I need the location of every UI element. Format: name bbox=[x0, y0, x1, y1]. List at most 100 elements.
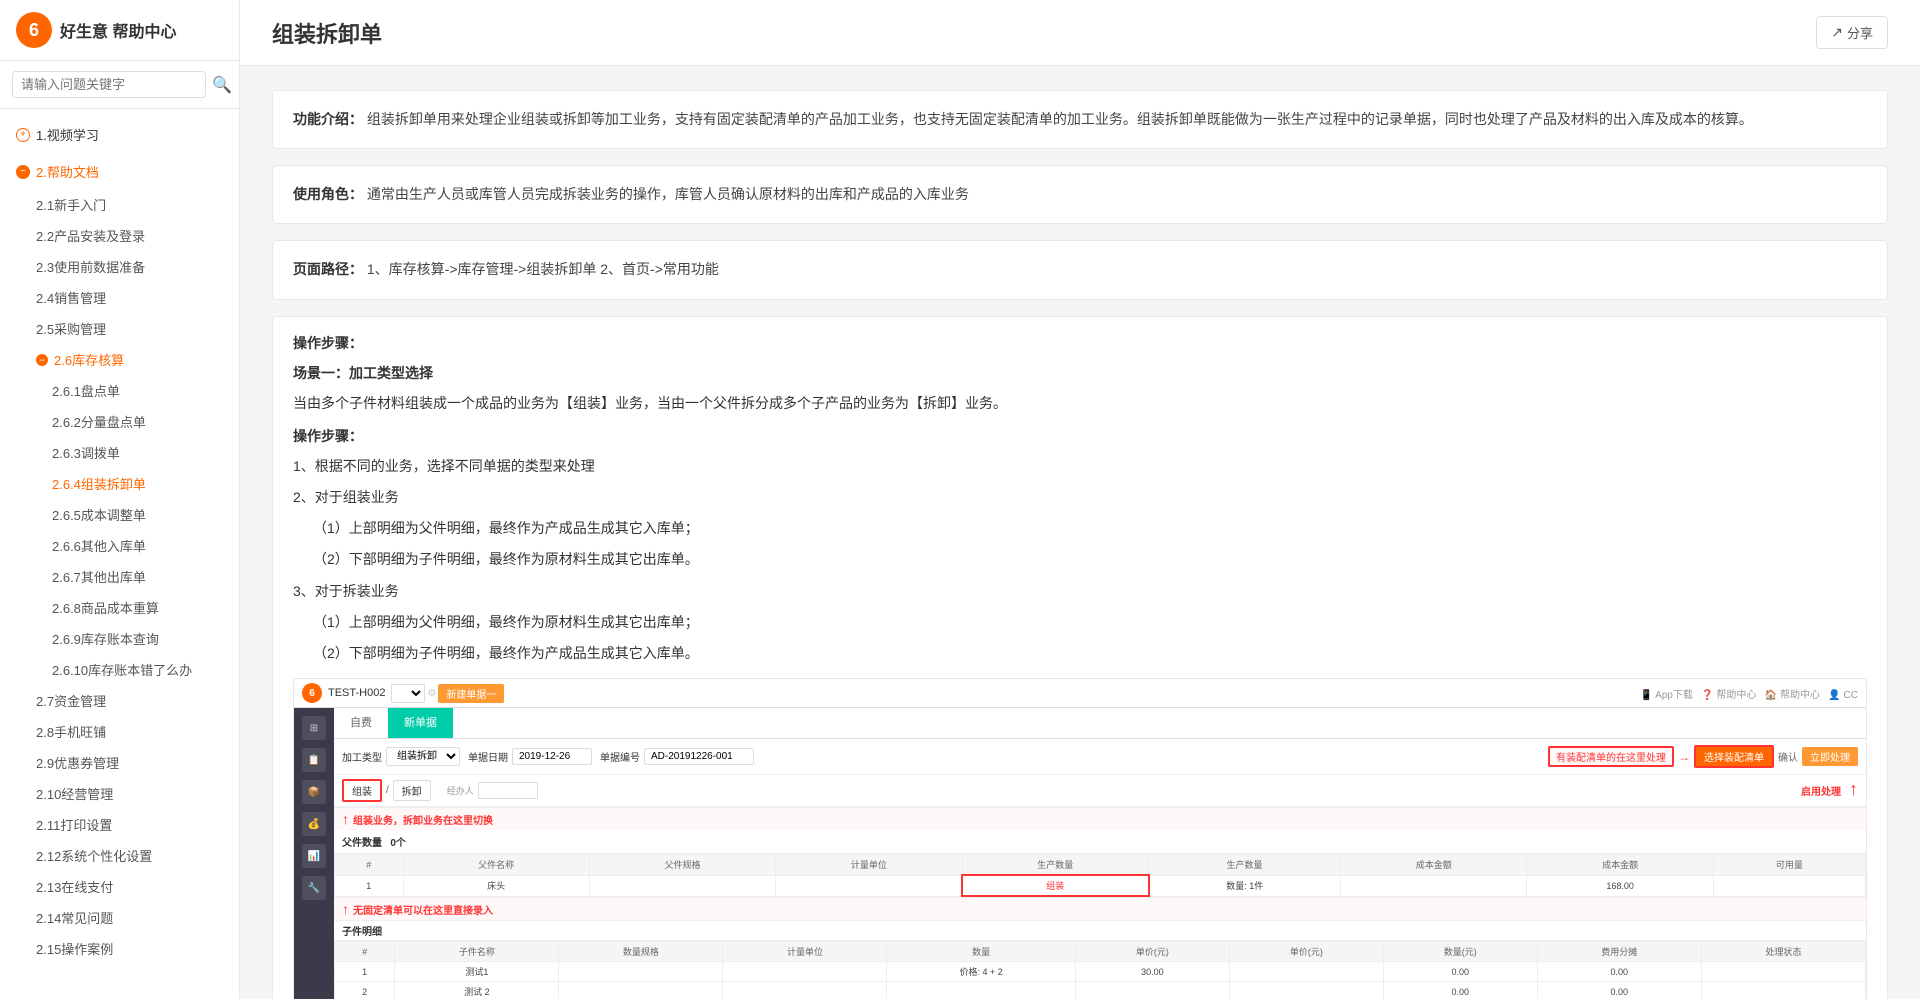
mock-child-row-1: 1测试1价格: 4 + 230.000.000.00 bbox=[335, 962, 1866, 982]
mock-nav-2: 📦 bbox=[302, 780, 326, 804]
sidebar-item-print[interactable]: 2.11打印设置 bbox=[0, 809, 239, 840]
nav-section-2: − 2.帮助文档 2.1新手入门 2.2产品安装及登录 2.3使用前数据准备 2… bbox=[0, 154, 239, 964]
mock-tabs: 自费 新单据 bbox=[334, 708, 1866, 739]
mock-child-row-2: 2测试 20.000.00 bbox=[335, 982, 1866, 999]
sidebar-item-ledger-query[interactable]: 2.6.9库存账本查询 bbox=[0, 623, 239, 654]
sidebar: 6 好生意 帮助中心 🔍 + 1.视频学习 − 2.帮助文档 2.1新手入门 2… bbox=[0, 0, 240, 999]
mock-annotation-stockin: 启用处理 bbox=[1801, 779, 1841, 802]
mock-type-select[interactable]: 组装拆卸 bbox=[386, 747, 460, 766]
mock-date-input[interactable] bbox=[512, 748, 592, 765]
mock-tab-new[interactable]: 新单据 bbox=[388, 708, 453, 738]
mock-field-type: 加工类型 组装拆卸 bbox=[342, 747, 460, 766]
sidebar-item-video-learning[interactable]: + 1.视频学习 bbox=[0, 117, 239, 152]
step-3: 3、对于拆装业务 bbox=[293, 579, 1867, 604]
sidebar-item-faq[interactable]: 2.14常见问题 bbox=[0, 902, 239, 933]
mock-operator-input[interactable] bbox=[478, 782, 538, 799]
sidebar-item-install[interactable]: 2.2产品安装及登录 bbox=[0, 220, 239, 251]
feature-intro-text: 组装拆卸单用来处理企业组装或拆卸等加工业务，支持有固定装配清单的产品加工业务，也… bbox=[367, 111, 1753, 127]
nav-list: + 1.视频学习 − 2.帮助文档 2.1新手入门 2.2产品安装及登录 2.3… bbox=[0, 109, 239, 999]
sidebar-item-help-docs[interactable]: − 2.帮助文档 bbox=[0, 154, 239, 189]
sidebar-item-assembly[interactable]: 2.6.4组装拆卸单 bbox=[0, 468, 239, 499]
sidebar-item-mobile[interactable]: 2.8手机旺铺 bbox=[0, 716, 239, 747]
mock-confirm-label: 确认 bbox=[1778, 749, 1798, 764]
feature-intro-label: 功能介绍： bbox=[293, 111, 363, 127]
sidebar-item-beginner[interactable]: 2.1新手入门 bbox=[0, 189, 239, 220]
sidebar-item-finance[interactable]: 2.7资金管理 bbox=[0, 685, 239, 716]
mock-select-list-btn[interactable]: 选择装配清单 bbox=[1694, 745, 1774, 768]
mock-th-num: # bbox=[335, 855, 404, 876]
sidebar-item-other-outbound[interactable]: 2.6.7其他出库单 bbox=[0, 561, 239, 592]
mock-th-qty2: 生产数量 bbox=[1149, 855, 1341, 876]
collapse-icon: − bbox=[16, 165, 30, 179]
mock-slash: / bbox=[386, 785, 389, 796]
step-1: 1、根据不同的业务，选择不同单据的类型来处理 bbox=[293, 454, 1867, 479]
sidebar-item-sales[interactable]: 2.4销售管理 bbox=[0, 282, 239, 313]
mock-logo-icon: 6 bbox=[302, 683, 322, 703]
sidebar-item-cases[interactable]: 2.15操作案例 bbox=[0, 933, 239, 964]
main-content: 组装拆卸单 ↗ 分享 功能介绍： 组装拆卸单用来处理企业组装或拆卸等加工业务，支… bbox=[240, 0, 1920, 999]
mock-annotation-blank: ↑ 无固定清单可以在这里直接录入 bbox=[334, 897, 1866, 920]
mock-nav-4: 📊 bbox=[302, 844, 326, 868]
mock-tab-self[interactable]: 自费 bbox=[334, 708, 388, 738]
nav-sub-items-2: 2.1新手入门 2.2产品安装及登录 2.3使用前数据准备 2.4销售管理 2.… bbox=[0, 189, 239, 964]
sidebar-item-transfer[interactable]: 2.6.3调拨单 bbox=[0, 437, 239, 468]
mock-child-th-1: # bbox=[335, 942, 395, 962]
share-icon: ↗ bbox=[1831, 24, 1843, 41]
mock-field-partial: 经办人 bbox=[447, 779, 538, 802]
mock-arrow-right: → bbox=[1678, 750, 1690, 764]
sidebar-item-data-prep[interactable]: 2.3使用前数据准备 bbox=[0, 251, 239, 282]
mock-process-type-row: 组装 / 拆卸 经办人 启用处理 bbox=[334, 775, 1866, 807]
search-input[interactable] bbox=[12, 71, 206, 98]
mock-confirm-btn[interactable]: 立即处理 bbox=[1802, 747, 1858, 766]
sidebar-item-stocktake[interactable]: 2.6.1盘点单 bbox=[0, 375, 239, 406]
sidebar-item-ledger-error[interactable]: 2.6.10库存账本错了么办 bbox=[0, 654, 239, 685]
mock-nav-3: 💰 bbox=[302, 812, 326, 836]
mock-main-area: 自费 新单据 加工类型 组装拆卸 bbox=[334, 708, 1866, 999]
mock-company-select[interactable] bbox=[391, 684, 425, 703]
mock-new-doc-btn[interactable]: 新建单据一 bbox=[438, 684, 504, 703]
nav-section-1: + 1.视频学习 bbox=[0, 117, 239, 152]
search-button[interactable]: 🔍 bbox=[212, 75, 232, 95]
sidebar-item-partial-stock[interactable]: 2.6.2分量盘点单 bbox=[0, 406, 239, 437]
mock-annotation-type: ↑ 组装业务，拆卸业务在这里切换 bbox=[334, 807, 1866, 830]
mock-child-table-container: # 子件名称 数量规格 计量单位 数量 单价(元) 单价(元) 数量(元) bbox=[334, 941, 1866, 999]
sidebar-item-online-pay[interactable]: 2.13在线支付 bbox=[0, 871, 239, 902]
mock-assembly-btn[interactable]: 组装 bbox=[342, 779, 382, 802]
ops-title: 操作步骤： bbox=[293, 333, 1867, 353]
mock-child-table-label: 子件明细 bbox=[334, 920, 1866, 941]
sidebar-label-2-6: 2.6库存核算 bbox=[54, 350, 124, 369]
mock-nav-1: 📋 bbox=[302, 748, 326, 772]
sidebar-item-inventory[interactable]: − 2.6库存核算 bbox=[0, 344, 239, 375]
screenshot-container: 6 TEST-H002 ⚙ 新建单据一 📱 App下载 ❓ 帮助中心 🏠 帮助中… bbox=[293, 678, 1867, 999]
sidebar-item-cost-recalc[interactable]: 2.6.8商品成本重算 bbox=[0, 592, 239, 623]
mock-code-input[interactable] bbox=[644, 748, 754, 765]
mock-child-th-8: 数量(元) bbox=[1383, 942, 1537, 962]
mock-screen: 6 TEST-H002 ⚙ 新建单据一 📱 App下载 ❓ 帮助中心 🏠 帮助中… bbox=[294, 679, 1866, 999]
path-block: 页面路径： 1、库存核算->库存管理->组装拆卸单 2、首页->常用功能 bbox=[272, 240, 1888, 299]
mock-left-nav: ⊞ 📋 📦 💰 📊 🔧 bbox=[294, 708, 334, 999]
step-3-sub1: （1）上部明细为父件明细，最终作为原材料生成其它出库单； bbox=[313, 610, 1867, 635]
mock-arrow-up: ↑ bbox=[1849, 779, 1858, 802]
sidebar-item-cost-adjust[interactable]: 2.6.5成本调整单 bbox=[0, 499, 239, 530]
content-body: 功能介绍： 组装拆卸单用来处理企业组装或拆卸等加工业务，支持有固定装配清单的产品… bbox=[240, 66, 1920, 999]
sidebar-item-personalize[interactable]: 2.12系统个性化设置 bbox=[0, 840, 239, 871]
mock-th-pname: 父件名称 bbox=[403, 855, 589, 876]
main-header: 组装拆卸单 ↗ 分享 bbox=[240, 0, 1920, 66]
share-button[interactable]: ↗ 分享 bbox=[1816, 16, 1888, 49]
sidebar-label-1: 1.视频学习 bbox=[36, 125, 99, 144]
mock-child-th-9: 费用分摊 bbox=[1537, 942, 1701, 962]
sidebar-item-purchase[interactable]: 2.5采购管理 bbox=[0, 313, 239, 344]
sidebar-item-operations[interactable]: 2.10经营管理 bbox=[0, 778, 239, 809]
mock-disassembly-btn[interactable]: 拆卸 bbox=[393, 780, 431, 801]
app-name: 好生意 帮助中心 bbox=[60, 18, 176, 42]
scenario-title: 场景一：加工类型选择 bbox=[293, 363, 1867, 383]
mock-child-table: # 子件名称 数量规格 计量单位 数量 单价(元) 单价(元) 数量(元) bbox=[334, 941, 1866, 999]
sidebar-item-coupon[interactable]: 2.9优惠券管理 bbox=[0, 747, 239, 778]
scenario-desc: 当由多个子件材料组装成一个成品的业务为【组装】业务，当由一个父件拆分成多个子产品… bbox=[293, 391, 1867, 416]
sub-collapse-icon: − bbox=[36, 354, 48, 366]
mock-field-code: 单据编号 bbox=[600, 748, 754, 765]
mock-child-th-5: 数量 bbox=[887, 942, 1075, 962]
sidebar-label-2: 2.帮助文档 bbox=[36, 162, 99, 181]
nav-sub-sub-items: 2.6.1盘点单 2.6.2分量盘点单 2.6.3调拨单 2.6.4组装拆卸单 … bbox=[0, 375, 239, 685]
sidebar-item-other-inbound[interactable]: 2.6.6其他入库单 bbox=[0, 530, 239, 561]
